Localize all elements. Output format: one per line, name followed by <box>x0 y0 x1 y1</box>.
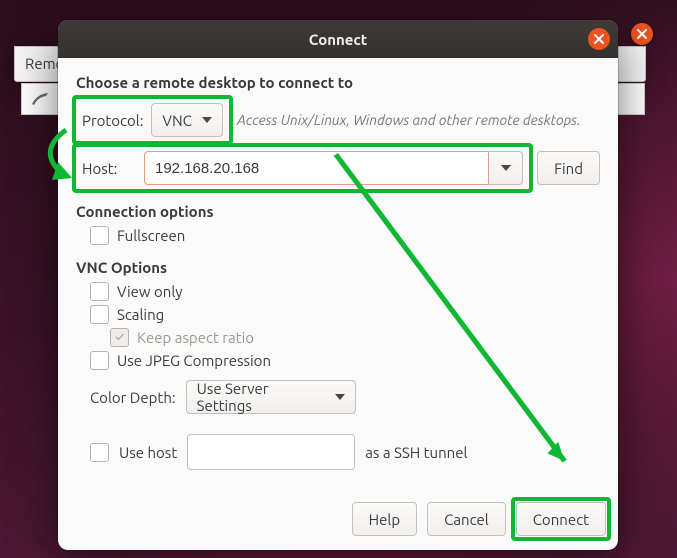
dialog-heading: Choose a remote desktop to connect to <box>76 74 600 91</box>
jpeg-checkbox[interactable] <box>90 351 109 370</box>
scaling-checkbox[interactable] <box>90 305 109 324</box>
connect-dialog: Connect Choose a remote desktop to conne… <box>58 20 618 550</box>
use-host-checkbox[interactable] <box>90 443 109 462</box>
connect-button[interactable]: Connect <box>516 502 606 536</box>
host-input[interactable] <box>144 151 489 185</box>
host-group: Host: <box>76 147 529 189</box>
protocol-value: VNC <box>162 112 191 129</box>
help-button[interactable]: Help <box>352 502 417 536</box>
protocol-hint: Access Unix/Linux, Windows and other rem… <box>237 112 581 128</box>
chevron-down-icon <box>501 165 511 171</box>
keep-aspect-label: Keep aspect ratio <box>137 329 254 346</box>
find-button[interactable]: Find <box>537 151 600 185</box>
fullscreen-label: Fullscreen <box>117 227 185 244</box>
ssh-suffix-label: as a SSH tunnel <box>365 444 467 461</box>
connect-label: Connect <box>533 511 589 528</box>
connection-options-heading: Connection options <box>76 203 600 220</box>
cancel-label: Cancel <box>444 511 489 528</box>
fullscreen-checkbox[interactable] <box>90 226 109 245</box>
protocol-combobox[interactable]: VNC <box>151 103 222 137</box>
view-only-label: View only <box>117 283 183 300</box>
dialog-titlebar: Connect <box>58 20 618 58</box>
color-depth-value: Use Server Settings <box>197 380 325 414</box>
close-icon <box>594 34 604 44</box>
keep-aspect-checkbox <box>110 328 129 347</box>
protocol-label: Protocol: <box>82 112 143 129</box>
view-only-checkbox[interactable] <box>90 282 109 301</box>
ssh-host-input[interactable] <box>187 434 355 470</box>
host-label: Host: <box>82 160 134 177</box>
find-label: Find <box>554 160 583 177</box>
use-host-label: Use host <box>119 444 177 461</box>
chevron-down-icon <box>335 394 345 400</box>
app-icon <box>26 90 54 108</box>
dialog-title: Connect <box>309 31 368 48</box>
dialog-close-button[interactable] <box>588 28 610 50</box>
dialog-footer: Help Cancel Connect <box>58 492 618 550</box>
desktop-background: Remo Connect Choose a remote desktop to … <box>0 0 677 558</box>
dialog-body: Choose a remote desktop to connect to Pr… <box>58 58 618 492</box>
jpeg-label: Use JPEG Compression <box>117 352 271 369</box>
close-icon <box>637 29 647 39</box>
protocol-group: Protocol: VNC <box>76 99 229 141</box>
cancel-button[interactable]: Cancel <box>427 502 506 536</box>
chevron-down-icon <box>202 117 212 123</box>
help-label: Help <box>369 511 400 528</box>
vnc-options-heading: VNC Options <box>76 259 600 276</box>
parent-close-button[interactable] <box>631 23 653 45</box>
color-depth-label: Color Depth: <box>90 389 176 406</box>
color-depth-combobox[interactable]: Use Server Settings <box>186 380 356 414</box>
scaling-label: Scaling <box>117 306 164 323</box>
host-history-dropdown[interactable] <box>489 151 523 185</box>
